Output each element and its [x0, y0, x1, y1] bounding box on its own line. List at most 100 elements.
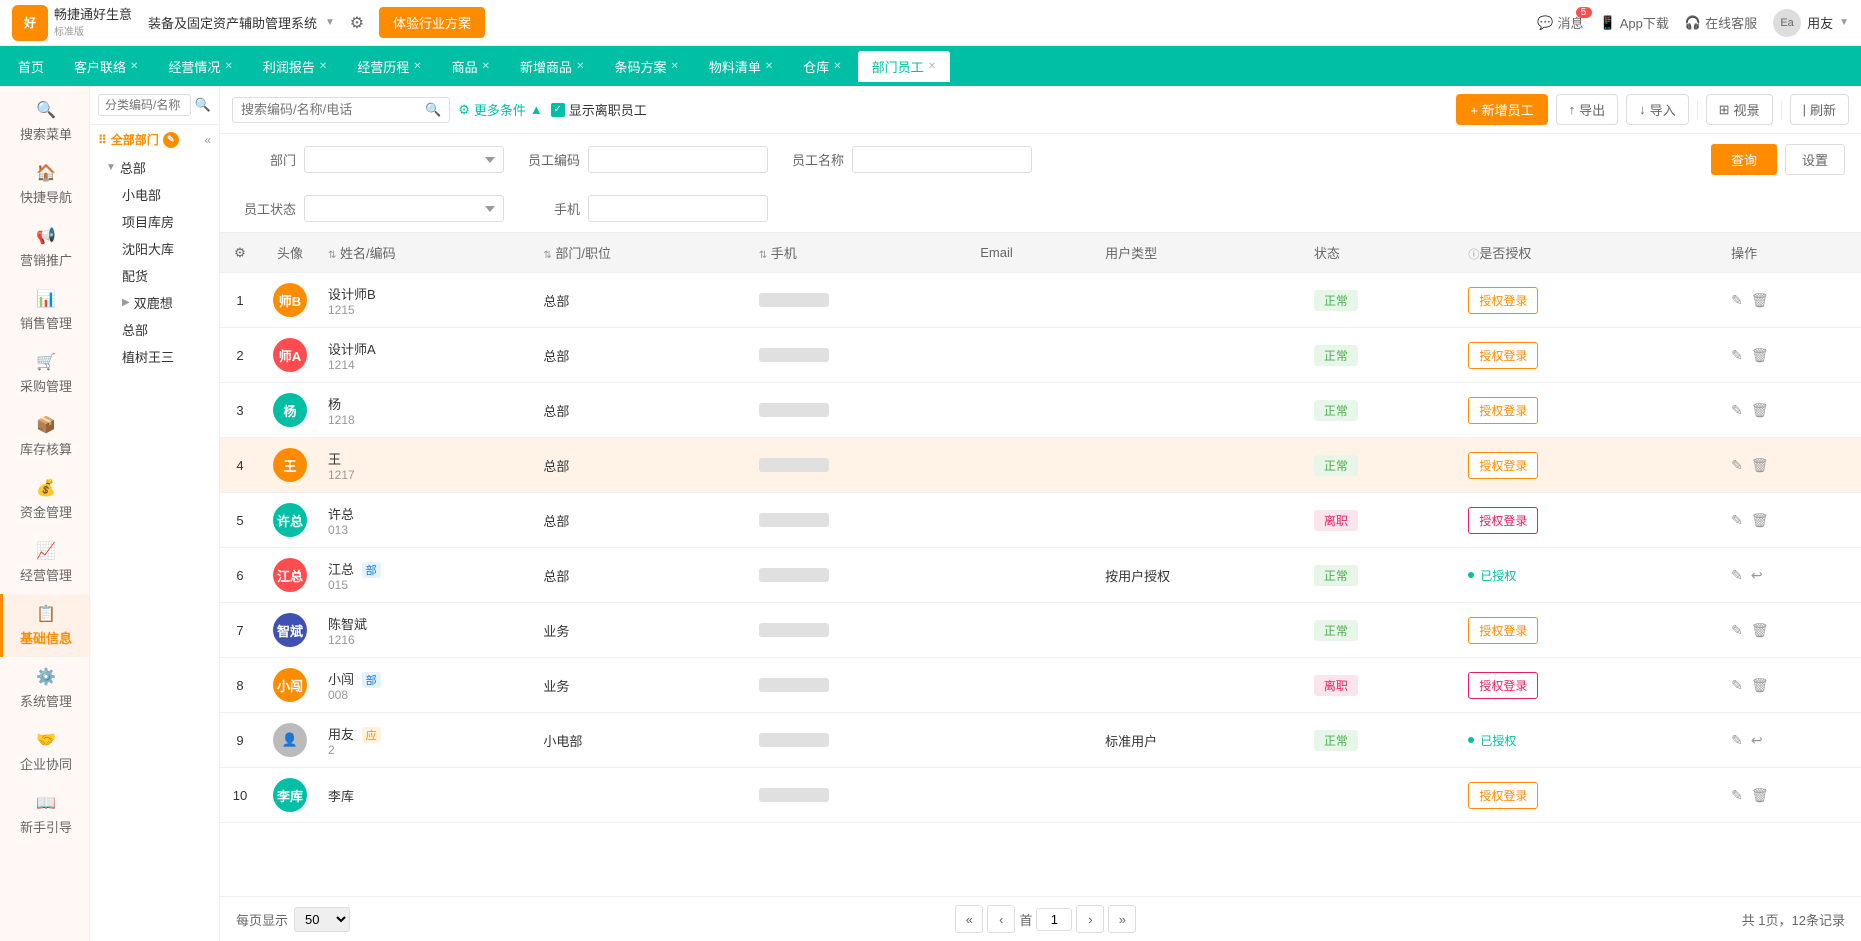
online-support-button[interactable]: 🎧 在线客服 — [1685, 13, 1757, 32]
user-dropdown-arrow[interactable]: ▼ — [1839, 17, 1849, 28]
auth-info-icon[interactable]: ⓘ — [1468, 249, 1479, 261]
auth-btn-10[interactable]: 授权登录 — [1468, 782, 1538, 809]
delete-btn-7[interactable]: 🗑 — [1751, 622, 1769, 639]
tab-bom-close[interactable]: ✕ — [765, 61, 773, 72]
tab-barcode[interactable]: 条码方案 ✕ — [600, 51, 692, 82]
phone-input[interactable] — [588, 195, 768, 222]
nav-quick-nav[interactable]: 🏠 快捷导航 — [0, 153, 89, 216]
search-icon[interactable]: 🔍 — [425, 102, 441, 118]
edit-btn-8[interactable]: ✎ — [1731, 677, 1743, 694]
edit-btn-10[interactable]: ✎ — [1731, 787, 1743, 804]
tab-ops-close[interactable]: ✕ — [224, 61, 232, 72]
settings-icon[interactable]: ⚙ — [234, 245, 246, 260]
search-button[interactable]: 查询 — [1711, 144, 1777, 175]
prev-page-btn[interactable]: ‹ — [987, 905, 1015, 933]
tree-item-zongbu2[interactable]: 总部 — [114, 316, 219, 343]
view-button[interactable]: ⊞ 视景 — [1706, 94, 1773, 125]
dept-search-input[interactable] — [98, 94, 191, 116]
emp-name-input[interactable] — [852, 146, 1032, 173]
tab-barcode-close[interactable]: ✕ — [670, 61, 678, 72]
sort-icon-name[interactable]: ⇅ — [328, 250, 336, 261]
sidebar-collapse-btn[interactable]: « — [204, 133, 211, 147]
all-dept-label[interactable]: ⠿ 全部部门 ✎ — [98, 131, 179, 148]
tab-warehouse[interactable]: 仓库 ✕ — [789, 51, 855, 82]
tab-warehouse-close[interactable]: ✕ — [833, 61, 841, 72]
delete-btn-9[interactable]: ↩ — [1751, 732, 1763, 749]
tab-history-close[interactable]: ✕ — [413, 61, 421, 72]
delete-btn-6[interactable]: ↩ — [1751, 567, 1763, 584]
edit-btn-4[interactable]: ✎ — [1731, 457, 1743, 474]
tab-new-goods[interactable]: 新增商品 ✕ — [506, 51, 598, 82]
nav-search-menu[interactable]: 🔍 搜索菜单 — [0, 90, 89, 153]
message-button[interactable]: 💬 消息 5 — [1537, 13, 1583, 32]
search-input[interactable] — [241, 102, 421, 117]
delete-btn-1[interactable]: 🗑 — [1751, 292, 1769, 309]
last-page-btn[interactable]: » — [1108, 905, 1136, 933]
tab-goods[interactable]: 商品 ✕ — [438, 51, 504, 82]
nav-guide[interactable]: 📖 新手引导 — [0, 783, 89, 846]
trial-button[interactable]: 体验行业方案 — [379, 7, 485, 38]
delete-btn-2[interactable]: 🗑 — [1751, 347, 1769, 364]
delete-btn-4[interactable]: 🗑 — [1751, 457, 1769, 474]
nav-marketing[interactable]: 📢 营销推广 — [0, 216, 89, 279]
edit-btn-1[interactable]: ✎ — [1731, 292, 1743, 309]
tab-dept-staff[interactable]: 部门员工 ✕ — [858, 51, 950, 82]
first-page-btn[interactable]: « — [955, 905, 983, 933]
nav-ops-mgmt[interactable]: 📈 经营管理 — [0, 531, 89, 594]
delete-btn-3[interactable]: 🗑 — [1751, 402, 1769, 419]
tab-home[interactable]: 首页 — [4, 51, 58, 82]
tab-dept-staff-close[interactable]: ✕ — [928, 61, 936, 72]
nav-basic-info[interactable]: 📋 基础信息 — [0, 594, 89, 657]
tree-item-shenyang[interactable]: 沈阳大库 — [114, 235, 219, 262]
tree-item-shuanglu[interactable]: ▶ 双鹿想 — [114, 289, 219, 316]
next-page-btn[interactable]: › — [1076, 905, 1104, 933]
tab-customer[interactable]: 客户联络 ✕ — [60, 51, 152, 82]
emp-status-select[interactable] — [304, 195, 504, 222]
tree-item-xiaodianbu[interactable]: 小电部 — [114, 181, 219, 208]
auth-btn-8[interactable]: 授权登录 — [1468, 672, 1538, 699]
tab-ops[interactable]: 经营情况 ✕ — [154, 51, 246, 82]
delete-btn-5[interactable]: 🗑 — [1751, 512, 1769, 529]
import-button[interactable]: ↓ 导入 — [1626, 94, 1689, 125]
tab-profit-close[interactable]: ✕ — [319, 61, 327, 72]
page-number-input[interactable] — [1036, 908, 1072, 931]
edit-btn-6[interactable]: ✎ — [1731, 567, 1743, 584]
more-filter-button[interactable]: ⚙ 更多条件 ▲ — [458, 100, 543, 119]
export-button[interactable]: ↑ 导出 — [1556, 94, 1619, 125]
more-button[interactable]: | 刷新 — [1790, 94, 1849, 125]
auth-btn-5[interactable]: 授权登录 — [1468, 507, 1538, 534]
auth-btn-2[interactable]: 授权登录 — [1468, 342, 1538, 369]
nav-inventory[interactable]: 📦 库存核算 — [0, 405, 89, 468]
delete-btn-8[interactable]: 🗑 — [1751, 677, 1769, 694]
dept-filter-select[interactable] — [304, 146, 504, 173]
emp-code-input[interactable] — [588, 146, 768, 173]
nav-purchase[interactable]: 🛒 采购管理 — [0, 342, 89, 405]
tab-bom[interactable]: 物料清单 ✕ — [695, 51, 787, 82]
show-resigned-toggle[interactable]: ✓ 显示离职员工 — [551, 100, 647, 119]
nav-sales[interactable]: 📊 销售管理 — [0, 279, 89, 342]
tree-item-project[interactable]: 项目库房 — [114, 208, 219, 235]
sort-icon-phone[interactable]: ⇅ — [759, 250, 767, 261]
tab-new-goods-close[interactable]: ✕ — [576, 61, 584, 72]
tab-history[interactable]: 经营历程 ✕ — [343, 51, 435, 82]
edit-btn-3[interactable]: ✎ — [1731, 402, 1743, 419]
user-section[interactable]: Ea 用友 ▼ — [1773, 9, 1849, 37]
system-dropdown-arrow[interactable]: ▼ — [325, 17, 335, 28]
dept-search-icon[interactable]: 🔍 — [195, 97, 211, 113]
nav-collab[interactable]: 🤝 企业协同 — [0, 720, 89, 783]
tab-goods-close[interactable]: ✕ — [482, 61, 490, 72]
set-button[interactable]: 设置 — [1785, 144, 1845, 175]
sort-icon-dept[interactable]: ⇅ — [543, 250, 551, 261]
tree-item-zongbu-parent[interactable]: ▼ 总部 — [98, 154, 219, 181]
edit-btn-2[interactable]: ✎ — [1731, 347, 1743, 364]
nav-finance[interactable]: 💰 资金管理 — [0, 468, 89, 531]
edit-btn-5[interactable]: ✎ — [1731, 512, 1743, 529]
dept-edit-icon[interactable]: ✎ — [163, 132, 179, 148]
settings-gear-button[interactable]: ⚙ — [343, 9, 371, 37]
auth-btn-1[interactable]: 授权登录 — [1468, 287, 1538, 314]
delete-btn-10[interactable]: 🗑 — [1751, 787, 1769, 804]
edit-btn-7[interactable]: ✎ — [1731, 622, 1743, 639]
tree-item-zhushu[interactable]: 植树王三 — [114, 343, 219, 370]
auth-btn-4[interactable]: 授权登录 — [1468, 452, 1538, 479]
tree-item-peihuo[interactable]: 配货 — [114, 262, 219, 289]
